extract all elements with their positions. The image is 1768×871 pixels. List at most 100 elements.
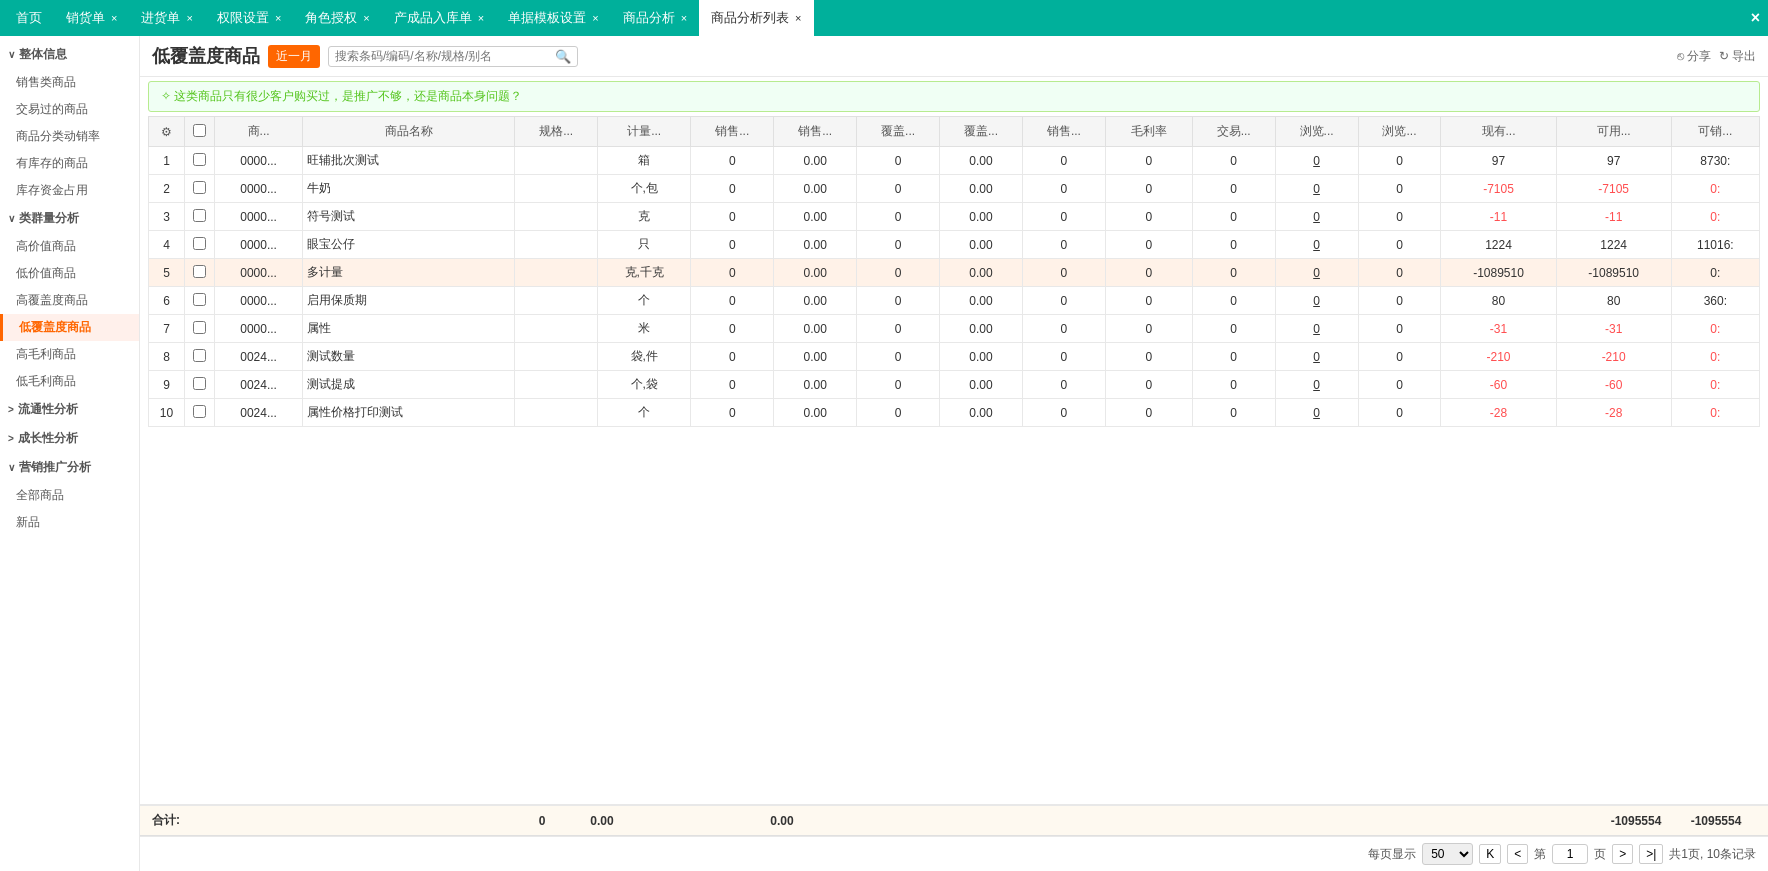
- col-browse1[interactable]: 浏览...: [1275, 117, 1358, 147]
- col-browse2[interactable]: 浏览...: [1358, 117, 1441, 147]
- sidebar-section-marketing[interactable]: ∨ 营销推广分析: [0, 453, 139, 482]
- row-browse1[interactable]: 0: [1275, 231, 1358, 259]
- col-name[interactable]: 商品名称: [303, 117, 515, 147]
- row-checkbox-cell[interactable]: [185, 315, 215, 343]
- table-row: 9 0024... 测试提成 个,袋 0 0.00 0 0.00 0 0 0 0…: [149, 371, 1760, 399]
- sidebar-item-all-goods[interactable]: 全部商品: [0, 482, 139, 509]
- row-checkbox-cell[interactable]: [185, 371, 215, 399]
- row-browse1[interactable]: 0: [1275, 175, 1358, 203]
- close-all-button[interactable]: ×: [1751, 9, 1760, 27]
- row-browse1[interactable]: 0: [1275, 259, 1358, 287]
- row-browse1[interactable]: 0: [1275, 203, 1358, 231]
- nav-tab-analysis-list[interactable]: 商品分析列表 ×: [699, 0, 813, 36]
- export-button[interactable]: ↻ 导出: [1719, 48, 1756, 65]
- col-cov2[interactable]: 覆盖...: [940, 117, 1023, 147]
- row-browse1[interactable]: 0: [1275, 287, 1358, 315]
- nav-tab-permissions[interactable]: 权限设置 ×: [205, 0, 293, 36]
- sidebar-item-high-coverage[interactable]: 高覆盖度商品: [0, 287, 139, 314]
- close-icon[interactable]: ×: [592, 12, 598, 24]
- close-icon[interactable]: ×: [186, 12, 192, 24]
- prev-page-button[interactable]: <: [1507, 844, 1528, 864]
- sidebar-item-sales-goods[interactable]: 销售类商品: [0, 69, 139, 96]
- row-checkbox-cell[interactable]: [185, 147, 215, 175]
- row-checkbox[interactable]: [193, 321, 206, 334]
- nav-tab-analysis[interactable]: 商品分析 ×: [611, 0, 699, 36]
- row-browse1[interactable]: 0: [1275, 343, 1358, 371]
- sidebar-section-cluster[interactable]: ∨ 类群量分析: [0, 204, 139, 233]
- col-cov1[interactable]: 覆盖...: [857, 117, 940, 147]
- close-icon[interactable]: ×: [111, 12, 117, 24]
- row-checkbox[interactable]: [193, 209, 206, 222]
- nav-tab-home[interactable]: 首页: [4, 0, 54, 36]
- row-checkbox[interactable]: [193, 181, 206, 194]
- col-checkbox[interactable]: [185, 117, 215, 147]
- next-page-button[interactable]: >: [1612, 844, 1633, 864]
- sidebar-item-low-coverage[interactable]: 低覆盖度商品: [0, 314, 139, 341]
- row-trade: 0: [1192, 315, 1275, 343]
- nav-tab-template[interactable]: 单据模板设置 ×: [496, 0, 610, 36]
- sidebar-item-low-margin[interactable]: 低毛利商品: [0, 368, 139, 395]
- sidebar-item-stocked-goods[interactable]: 有库存的商品: [0, 150, 139, 177]
- sidebar-section-growth[interactable]: > 成长性分析: [0, 424, 139, 453]
- row-checkbox[interactable]: [193, 349, 206, 362]
- row-sales-amt: 0.00: [774, 175, 857, 203]
- close-icon[interactable]: ×: [275, 12, 281, 24]
- sidebar-item-stock-fund[interactable]: 库存资金占用: [0, 177, 139, 204]
- first-page-button[interactable]: K: [1479, 844, 1501, 864]
- nav-tab-purchase[interactable]: 进货单 ×: [129, 0, 204, 36]
- close-icon[interactable]: ×: [681, 12, 687, 24]
- col-sales-qty[interactable]: 销售...: [691, 117, 774, 147]
- sidebar-section-overall[interactable]: ∨ 整体信息: [0, 40, 139, 69]
- page-number-input[interactable]: [1552, 844, 1588, 864]
- close-icon[interactable]: ×: [363, 12, 369, 24]
- sidebar-item-high-margin[interactable]: 高毛利商品: [0, 341, 139, 368]
- close-icon[interactable]: ×: [478, 12, 484, 24]
- sidebar-item-category-sales[interactable]: 商品分类动销率: [0, 123, 139, 150]
- sidebar-item-new-goods[interactable]: 新品: [0, 509, 139, 536]
- sidebar-item-traded-goods[interactable]: 交易过的商品: [0, 96, 139, 123]
- row-checkbox-cell[interactable]: [185, 343, 215, 371]
- date-filter-button[interactable]: 近一月: [268, 45, 320, 68]
- row-checkbox-cell[interactable]: [185, 399, 215, 427]
- row-checkbox[interactable]: [193, 377, 206, 390]
- row-browse1[interactable]: 0: [1275, 147, 1358, 175]
- page-size-select[interactable]: 50 10 20 100: [1422, 843, 1473, 865]
- col-sales2[interactable]: 销售...: [1023, 117, 1106, 147]
- nav-tab-product-in[interactable]: 产成品入库单 ×: [382, 0, 496, 36]
- settings-icon[interactable]: ⚙: [161, 125, 172, 139]
- search-icon[interactable]: 🔍: [555, 49, 571, 64]
- row-checkbox-cell[interactable]: [185, 203, 215, 231]
- col-unit[interactable]: 计量...: [598, 117, 691, 147]
- sidebar-item-low-value[interactable]: 低价值商品: [0, 260, 139, 287]
- row-checkbox[interactable]: [193, 237, 206, 250]
- close-icon[interactable]: ×: [795, 12, 801, 24]
- select-all-checkbox[interactable]: [193, 124, 206, 137]
- row-checkbox-cell[interactable]: [185, 259, 215, 287]
- col-spec[interactable]: 规格...: [515, 117, 598, 147]
- row-checkbox[interactable]: [193, 265, 206, 278]
- row-unit: 个: [598, 287, 691, 315]
- row-checkbox[interactable]: [193, 153, 206, 166]
- col-code[interactable]: 商...: [215, 117, 303, 147]
- last-page-button[interactable]: >|: [1639, 844, 1663, 864]
- row-checkbox-cell[interactable]: [185, 287, 215, 315]
- row-checkbox-cell[interactable]: [185, 175, 215, 203]
- share-button[interactable]: ⎋ 分享: [1677, 48, 1711, 65]
- row-checkbox[interactable]: [193, 405, 206, 418]
- col-trade[interactable]: 交易...: [1192, 117, 1275, 147]
- sidebar-section-flow[interactable]: > 流通性分析: [0, 395, 139, 424]
- row-checkbox[interactable]: [193, 293, 206, 306]
- nav-tab-sales[interactable]: 销货单 ×: [54, 0, 129, 36]
- sidebar-item-high-value[interactable]: 高价值商品: [0, 233, 139, 260]
- row-browse1[interactable]: 0: [1275, 371, 1358, 399]
- nav-tab-role[interactable]: 角色授权 ×: [293, 0, 381, 36]
- col-sales-amt[interactable]: 销售...: [774, 117, 857, 147]
- row-checkbox-cell[interactable]: [185, 231, 215, 259]
- col-gross[interactable]: 毛利率: [1105, 117, 1192, 147]
- search-input[interactable]: [335, 49, 555, 63]
- col-sellable[interactable]: 可销...: [1671, 117, 1759, 147]
- row-browse1[interactable]: 0: [1275, 399, 1358, 427]
- col-available[interactable]: 可用...: [1556, 117, 1671, 147]
- col-current[interactable]: 现有...: [1441, 117, 1556, 147]
- row-browse1[interactable]: 0: [1275, 315, 1358, 343]
